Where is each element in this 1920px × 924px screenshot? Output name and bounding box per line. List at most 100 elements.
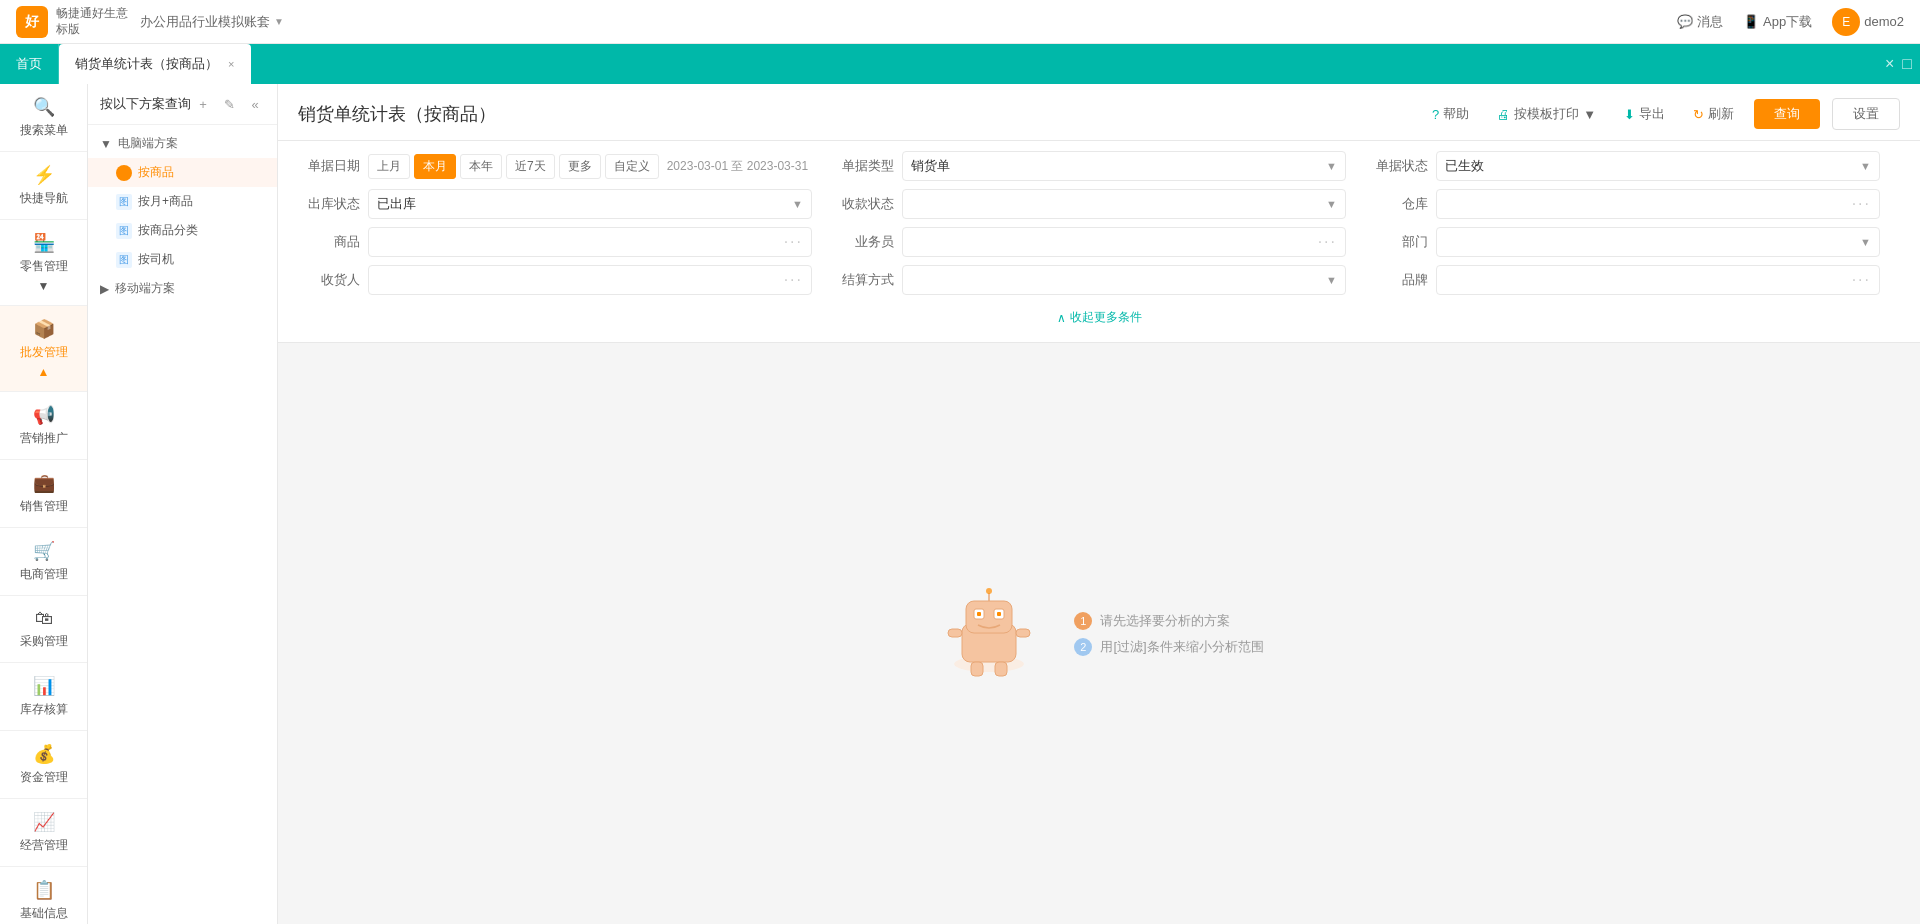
window-max-btn[interactable]: □ (1902, 55, 1912, 73)
svg-rect-11 (971, 662, 983, 676)
app-download-btn[interactable]: 📱 App下载 (1743, 13, 1812, 31)
filter-cell-salesperson: 业务员 ··· (832, 227, 1366, 257)
filter-cell-date: 单据日期 上月 本月 本年 近7天 更多 自定义 2023-03-01 至 20… (298, 151, 832, 181)
salesperson-more-icon: ··· (1318, 233, 1337, 251)
settings-btn[interactable]: 设置 (1832, 98, 1900, 130)
svg-rect-10 (1016, 629, 1030, 637)
brand-selector[interactable]: ··· (1436, 265, 1880, 295)
doc-status-value: 已生效 (1445, 157, 1860, 175)
retail-icon: 🏪 (33, 232, 55, 254)
tree-item-by-category[interactable]: 图 按商品分类 (88, 216, 277, 245)
filter-row-2: 出库状态 已出库 ▼ 收款状态 ▼ 仓库 (298, 189, 1900, 219)
receiver-selector[interactable]: ··· (368, 265, 812, 295)
refresh-btn[interactable]: ↻ 刷新 (1685, 101, 1742, 127)
tab-active[interactable]: 销货单统计表（按商品） × (59, 44, 251, 84)
tab-close-icon[interactable]: × (228, 58, 234, 70)
sidebar-item-inventory[interactable]: 📊 库存核算 (0, 663, 87, 731)
step-num-2: 2 (1074, 638, 1092, 656)
add-scheme-btn[interactable]: + (193, 94, 213, 114)
edit-scheme-btn[interactable]: ✎ (219, 94, 239, 114)
sidebar: 🔍 搜索菜单 ⚡ 快捷导航 🏪 零售管理 ▼ 📦 批发管理 ▲ 📢 营销推广 💼… (0, 84, 88, 924)
filter-cell-brand: 品牌 ··· (1366, 265, 1900, 295)
empty-step-1: 1 请先选择要分析的方案 (1074, 612, 1263, 630)
collapse-panel-btn[interactable]: « (245, 94, 265, 114)
sidebar-search[interactable]: 🔍 搜索菜单 (0, 84, 87, 152)
tree-group-desktop[interactable]: ▼ 电脑端方案 (88, 129, 277, 158)
svg-rect-12 (995, 662, 1007, 676)
sidebar-item-sales[interactable]: 💼 销售管理 (0, 460, 87, 528)
message-btn[interactable]: 💬 消息 (1677, 13, 1723, 31)
tree-item-by-month-goods[interactable]: 图 按月+商品 (88, 187, 277, 216)
pay-status-arrow-icon: ▼ (1326, 198, 1337, 210)
download-icon: 📱 (1743, 14, 1759, 29)
window-close-btn[interactable]: × (1885, 55, 1894, 73)
pay-status-label: 收款状态 (832, 195, 902, 213)
sidebar-item-basic-info[interactable]: 📋 基础信息 (0, 867, 87, 924)
nav-icon: ⚡ (33, 164, 55, 186)
doc-type-selector[interactable]: 销货单 ▼ (902, 151, 1346, 181)
sidebar-item-marketing[interactable]: 📢 营销推广 (0, 392, 87, 460)
date-btn-this-year[interactable]: 本年 (460, 154, 502, 179)
sidebar-item-ecommerce[interactable]: 🛒 电商管理 (0, 528, 87, 596)
warehouse-selector[interactable]: ··· (1436, 189, 1880, 219)
marketing-icon: 📢 (33, 404, 55, 426)
tab-home[interactable]: 首页 (0, 44, 59, 84)
salesperson-label: 业务员 (832, 233, 902, 251)
tree-group-mobile[interactable]: ▶ 移动端方案 (88, 274, 277, 303)
svg-rect-6 (997, 612, 1001, 616)
pay-status-selector[interactable]: ▼ (902, 189, 1346, 219)
scheme-icon-2: 图 (116, 223, 132, 239)
salesperson-selector[interactable]: ··· (902, 227, 1346, 257)
finance-icon: 💰 (33, 743, 55, 765)
page-title: 销货单统计表（按商品） (298, 102, 496, 126)
logo-icon: 好 (16, 6, 48, 38)
out-status-selector[interactable]: 已出库 ▼ (368, 189, 812, 219)
doc-status-selector[interactable]: 已生效 ▼ (1436, 151, 1880, 181)
filter-cell-settle: 结算方式 ▼ (832, 265, 1366, 295)
tree-item-by-driver[interactable]: 图 按司机 (88, 245, 277, 274)
date-btn-custom[interactable]: 自定义 (605, 154, 659, 179)
export-btn[interactable]: ⬇ 导出 (1616, 101, 1673, 127)
goods-more-icon: ··· (784, 233, 803, 251)
department-selector[interactable]: ▼ (1436, 227, 1880, 257)
receiver-more-icon: ··· (784, 271, 803, 289)
query-btn[interactable]: 查询 (1754, 99, 1820, 129)
brand-more-icon: ··· (1852, 271, 1871, 289)
help-btn[interactable]: ? 帮助 (1424, 101, 1477, 127)
sidebar-item-purchase[interactable]: 🛍 采购管理 (0, 596, 87, 663)
tree-item-by-goods[interactable]: 按商品 (88, 158, 277, 187)
filter-section: 单据日期 上月 本月 本年 近7天 更多 自定义 2023-03-01 至 20… (278, 141, 1920, 343)
purchase-icon: 🛍 (35, 608, 53, 629)
filter-cell-receiver: 收货人 ··· (298, 265, 832, 295)
settle-selector[interactable]: ▼ (902, 265, 1346, 295)
settle-arrow-icon: ▼ (1326, 274, 1337, 286)
date-btn-7days[interactable]: 近7天 (506, 154, 555, 179)
wholesale-icon: 📦 (33, 318, 55, 340)
scheme-icon-1: 图 (116, 194, 132, 210)
empty-state: 1 请先选择要分析的方案 2 用[过滤]条件来缩小分析范围 (278, 343, 1920, 924)
industry-selector[interactable]: 办公用品行业模拟账套 ▼ (140, 13, 284, 31)
department-label: 部门 (1366, 233, 1436, 251)
page-actions: ? 帮助 🖨 按模板打印 ▼ ⬇ 导出 ↻ 刷新 查询 设置 (1424, 98, 1900, 130)
date-btn-last-month[interactable]: 上月 (368, 154, 410, 179)
sidebar-item-wholesale[interactable]: 📦 批发管理 ▲ (0, 306, 87, 392)
sidebar-item-retail[interactable]: 🏪 零售管理 ▼ (0, 220, 87, 306)
filter-cell-doc-type: 单据类型 销货单 ▼ (832, 151, 1366, 181)
date-btn-this-month[interactable]: 本月 (414, 154, 456, 179)
filter-cell-department: 部门 ▼ (1366, 227, 1900, 257)
sidebar-item-finance[interactable]: 💰 资金管理 (0, 731, 87, 799)
collapse-filters-btn[interactable]: ∧ 收起更多条件 (298, 303, 1900, 332)
sidebar-item-operations[interactable]: 📈 经营管理 (0, 799, 87, 867)
goods-selector[interactable]: ··· (368, 227, 812, 257)
user-profile-btn[interactable]: E demo2 (1832, 8, 1904, 36)
print-btn[interactable]: 🖨 按模板打印 ▼ (1489, 101, 1604, 127)
left-panel: 按以下方案查询 + ✎ « ▼ 电脑端方案 按商品 (88, 84, 278, 924)
tab-bar: 首页 销货单统计表（按商品） × × □ (0, 44, 1920, 84)
date-btn-more[interactable]: 更多 (559, 154, 601, 179)
sidebar-quick-nav[interactable]: ⚡ 快捷导航 (0, 152, 87, 220)
goods-label: 商品 (298, 233, 368, 251)
message-icon: 💬 (1677, 14, 1693, 29)
date-filter-controls: 上月 本月 本年 近7天 更多 自定义 2023-03-01 至 2023-03… (368, 154, 832, 179)
department-arrow-icon: ▼ (1860, 236, 1871, 248)
tree-section: ▼ 电脑端方案 按商品 图 按月+商品 图 按商品分类 图 按司机 ▶ 移动端方… (88, 125, 277, 307)
